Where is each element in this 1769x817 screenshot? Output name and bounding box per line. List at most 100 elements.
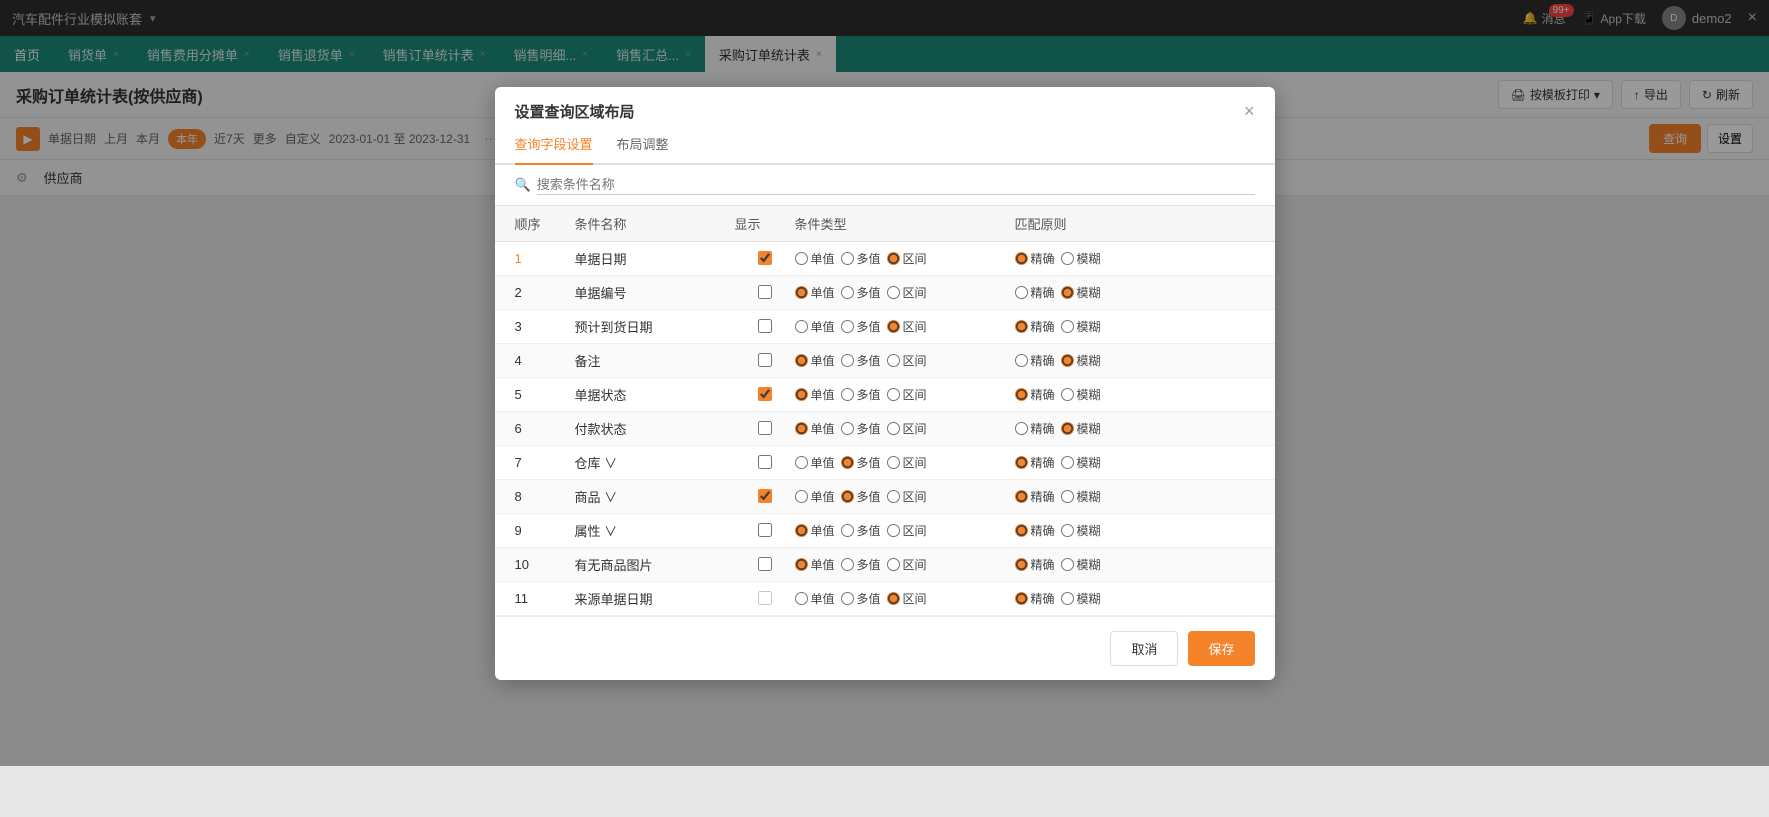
type-radio-range[interactable]: 区间 — [887, 420, 927, 437]
type-radio-input-multi[interactable] — [841, 422, 854, 435]
match-radio-exact[interactable]: 精确 — [1015, 454, 1055, 471]
display-checkbox[interactable] — [758, 319, 772, 333]
match-radio-input-exact[interactable] — [1015, 388, 1028, 401]
save-button[interactable]: 保存 — [1188, 631, 1254, 666]
match-radio-exact[interactable]: 精确 — [1015, 488, 1055, 505]
type-radio-range[interactable]: 区间 — [887, 352, 927, 369]
type-radio-input-multi[interactable] — [841, 490, 854, 503]
type-radio-input-range[interactable] — [887, 252, 900, 265]
match-radio-fuzzy[interactable]: 模糊 — [1061, 420, 1101, 437]
type-radio-input-range[interactable] — [887, 524, 900, 537]
type-radio-input-single[interactable] — [795, 286, 808, 299]
type-radio-input-single[interactable] — [795, 558, 808, 571]
match-radio-exact[interactable]: 精确 — [1015, 590, 1055, 607]
type-radio-single[interactable]: 单值 — [795, 386, 835, 403]
type-radio-input-single[interactable] — [795, 490, 808, 503]
type-radio-input-multi[interactable] — [841, 592, 854, 605]
match-radio-input-fuzzy[interactable] — [1061, 286, 1074, 299]
type-radio-input-single[interactable] — [795, 252, 808, 265]
type-radio-input-single[interactable] — [795, 388, 808, 401]
type-radio-range[interactable]: 区间 — [887, 522, 927, 539]
match-radio-input-fuzzy[interactable] — [1061, 354, 1074, 367]
match-radio-input-fuzzy[interactable] — [1061, 320, 1074, 333]
type-radio-single[interactable]: 单值 — [795, 284, 835, 301]
match-radio-input-exact[interactable] — [1015, 558, 1028, 571]
match-radio-exact[interactable]: 精确 — [1015, 420, 1055, 437]
type-radio-multi[interactable]: 多值 — [841, 318, 881, 335]
type-radio-input-range[interactable] — [887, 558, 900, 571]
type-radio-single[interactable]: 单值 — [795, 454, 835, 471]
match-radio-input-exact[interactable] — [1015, 524, 1028, 537]
match-radio-input-fuzzy[interactable] — [1061, 456, 1074, 469]
match-radio-fuzzy[interactable]: 模糊 — [1061, 590, 1101, 607]
match-radio-input-exact[interactable] — [1015, 320, 1028, 333]
type-radio-input-multi[interactable] — [841, 252, 854, 265]
type-radio-input-single[interactable] — [795, 456, 808, 469]
type-radio-range[interactable]: 区间 — [887, 590, 927, 607]
match-radio-fuzzy[interactable]: 模糊 — [1061, 488, 1101, 505]
match-radio-fuzzy[interactable]: 模糊 — [1061, 522, 1101, 539]
type-radio-single[interactable]: 单值 — [795, 420, 835, 437]
type-radio-range[interactable]: 区间 — [887, 556, 927, 573]
type-radio-input-multi[interactable] — [841, 558, 854, 571]
type-radio-input-single[interactable] — [795, 592, 808, 605]
type-radio-single[interactable]: 单值 — [795, 590, 835, 607]
display-checkbox[interactable] — [758, 523, 772, 537]
display-checkbox[interactable] — [758, 251, 772, 265]
type-radio-multi[interactable]: 多值 — [841, 250, 881, 267]
match-radio-exact[interactable]: 精确 — [1015, 318, 1055, 335]
type-radio-range[interactable]: 区间 — [887, 284, 927, 301]
type-radio-input-range[interactable] — [887, 592, 900, 605]
match-radio-exact[interactable]: 精确 — [1015, 556, 1055, 573]
type-radio-multi[interactable]: 多值 — [841, 522, 881, 539]
match-radio-exact[interactable]: 精确 — [1015, 284, 1055, 301]
match-radio-input-fuzzy[interactable] — [1061, 558, 1074, 571]
match-radio-fuzzy[interactable]: 模糊 — [1061, 250, 1101, 267]
type-radio-single[interactable]: 单值 — [795, 318, 835, 335]
match-radio-input-exact[interactable] — [1015, 354, 1028, 367]
type-radio-input-multi[interactable] — [841, 354, 854, 367]
type-radio-input-multi[interactable] — [841, 286, 854, 299]
display-checkbox[interactable] — [758, 285, 772, 299]
match-radio-input-exact[interactable] — [1015, 592, 1028, 605]
type-radio-input-range[interactable] — [887, 490, 900, 503]
display-checkbox[interactable] — [758, 489, 772, 503]
type-radio-multi[interactable]: 多值 — [841, 420, 881, 437]
type-radio-multi[interactable]: 多值 — [841, 488, 881, 505]
type-radio-input-single[interactable] — [795, 354, 808, 367]
match-radio-input-fuzzy[interactable] — [1061, 592, 1074, 605]
match-radio-input-exact[interactable] — [1015, 252, 1028, 265]
match-radio-fuzzy[interactable]: 模糊 — [1061, 352, 1101, 369]
match-radio-exact[interactable]: 精确 — [1015, 386, 1055, 403]
match-radio-fuzzy[interactable]: 模糊 — [1061, 318, 1101, 335]
match-radio-input-exact[interactable] — [1015, 422, 1028, 435]
display-checkbox[interactable] — [758, 455, 772, 469]
match-radio-input-fuzzy[interactable] — [1061, 388, 1074, 401]
type-radio-input-multi[interactable] — [841, 456, 854, 469]
match-radio-fuzzy[interactable]: 模糊 — [1061, 556, 1101, 573]
type-radio-single[interactable]: 单值 — [795, 250, 835, 267]
match-radio-exact[interactable]: 精确 — [1015, 352, 1055, 369]
type-radio-input-multi[interactable] — [841, 524, 854, 537]
type-radio-input-multi[interactable] — [841, 388, 854, 401]
dialog-tab-query-fields[interactable]: 查询字段设置 — [515, 134, 593, 165]
type-radio-single[interactable]: 单值 — [795, 556, 835, 573]
type-radio-multi[interactable]: 多值 — [841, 284, 881, 301]
type-radio-input-multi[interactable] — [841, 320, 854, 333]
match-radio-input-fuzzy[interactable] — [1061, 524, 1074, 537]
type-radio-input-range[interactable] — [887, 456, 900, 469]
type-radio-input-range[interactable] — [887, 354, 900, 367]
display-checkbox[interactable] — [758, 591, 772, 605]
cancel-button[interactable]: 取消 — [1110, 631, 1178, 666]
type-radio-range[interactable]: 区间 — [887, 488, 927, 505]
display-checkbox[interactable] — [758, 557, 772, 571]
dialog-close-button[interactable]: × — [1244, 102, 1255, 120]
match-radio-input-exact[interactable] — [1015, 286, 1028, 299]
type-radio-multi[interactable]: 多值 — [841, 590, 881, 607]
display-checkbox[interactable] — [758, 387, 772, 401]
type-radio-input-single[interactable] — [795, 524, 808, 537]
condition-search-input[interactable] — [537, 175, 1255, 195]
type-radio-input-range[interactable] — [887, 320, 900, 333]
match-radio-input-fuzzy[interactable] — [1061, 490, 1074, 503]
match-radio-exact[interactable]: 精确 — [1015, 250, 1055, 267]
